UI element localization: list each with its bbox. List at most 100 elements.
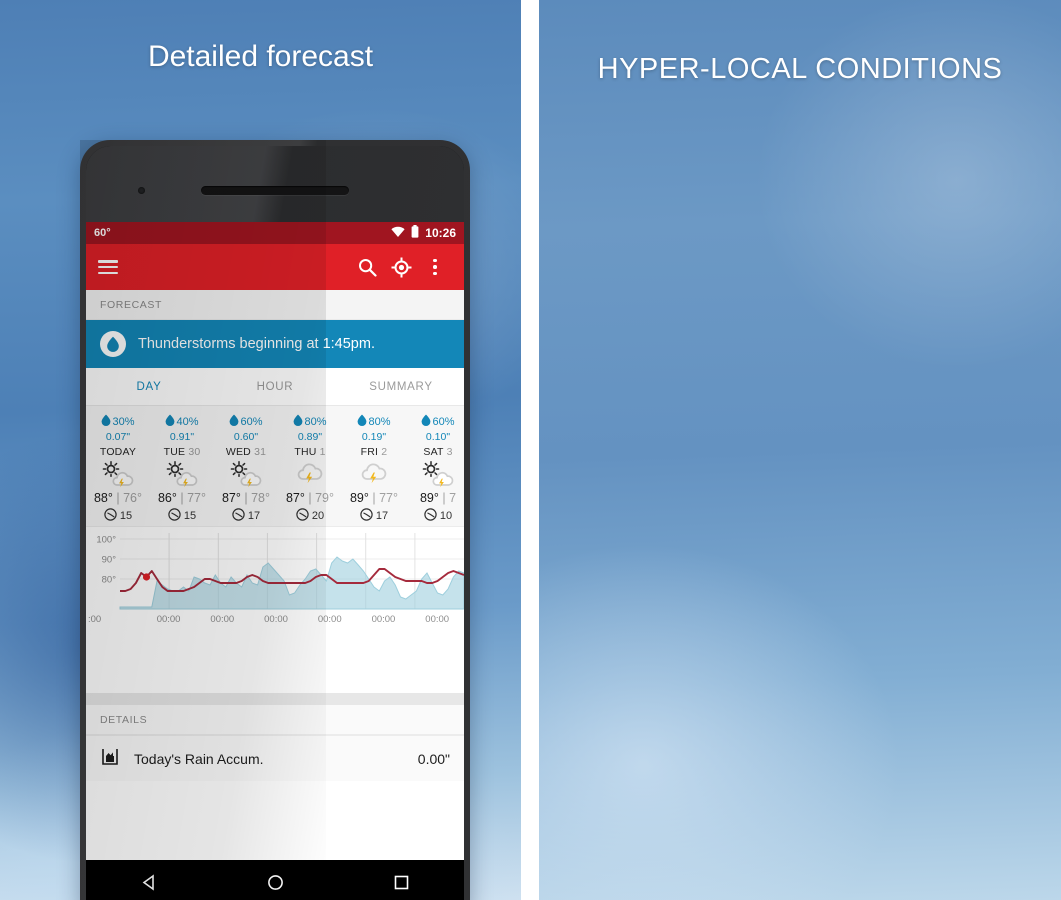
- forecast-wind: 15: [88, 508, 148, 524]
- forecast-wind-speed: 10: [439, 510, 453, 522]
- forecast-low: | 78°: [244, 491, 270, 505]
- forecast-low: | 77°: [180, 491, 206, 505]
- forecast-high: 89°: [349, 491, 369, 505]
- precip-probability: 60%: [216, 414, 276, 429]
- tab-day[interactable]: DAY: [86, 368, 212, 405]
- wind-direction-icon: [104, 508, 117, 524]
- left-promo-panel: Detailed forecast 60° 10:26 FORECAST Thu…: [0, 0, 521, 900]
- rain-drop-icon: [101, 414, 111, 429]
- forecast-day-column[interactable]: 40% 0.91" TUE 30 86° | 77° 15: [150, 414, 214, 524]
- forecast-day-date: 2: [381, 446, 388, 458]
- detail-row[interactable]: Today's Rain Accum. 0.00": [86, 735, 464, 781]
- rain-drop-icon: [421, 414, 431, 429]
- forecast-day-name: SAT 3: [423, 446, 453, 458]
- wind-direction-icon: [424, 508, 437, 524]
- overflow-menu-icon[interactable]: [418, 250, 452, 284]
- partly-sunny-thunderstorm-icon: [216, 459, 276, 489]
- forecast-day-name: TUE 30: [163, 446, 201, 458]
- forecast-low: | 76°: [116, 491, 142, 505]
- precip-probability-value: 60%: [240, 415, 263, 428]
- details-section-label: DETAILS: [86, 705, 464, 735]
- forecast-day-date: 1: [319, 446, 326, 458]
- right-headline: HYPER-LOCAL CONDITIONS: [597, 53, 1003, 85]
- svg-text:80°: 80°: [102, 575, 117, 586]
- wind-direction-icon: [232, 508, 245, 524]
- forecast-high: 89°: [419, 491, 439, 505]
- precip-probability: 40%: [152, 414, 212, 429]
- forecast-day-name: FRI 2: [360, 446, 388, 458]
- precip-probability: 60%: [408, 414, 464, 429]
- forecast-high: 87°: [221, 491, 241, 505]
- forecast-day-date: 3: [446, 446, 453, 458]
- detail-label: Today's Rain Accum.: [134, 750, 264, 767]
- thunderstorm-icon: [280, 459, 340, 489]
- home-circle-icon[interactable]: [267, 874, 284, 891]
- rain-gauge-icon: [100, 748, 120, 769]
- chart-x-tick: 00:00: [425, 614, 450, 625]
- tab-hour[interactable]: HOUR: [212, 368, 338, 405]
- forecast-day-date: 30: [188, 446, 201, 458]
- precip-accumulation: 0.10": [425, 431, 451, 443]
- partly-sunny-thunderstorm-icon: [408, 459, 464, 489]
- section-divider: [86, 693, 464, 705]
- forecast-high-low: 89° | 7: [408, 491, 464, 505]
- front-camera-icon: [138, 187, 145, 194]
- forecast-wind: 20: [280, 508, 340, 524]
- precip-accumulation: 0.60": [233, 431, 259, 443]
- temperature-humidity-chart[interactable]: 100° 90° 80° :00 00:00 00:00 00:00 00:00 00:00 0…: [86, 527, 464, 631]
- panel-separator: [521, 0, 539, 900]
- precip-accumulation: 0.07": [105, 431, 131, 443]
- weather-alert-banner[interactable]: Thunderstorms beginning at 1:45pm.: [86, 320, 464, 368]
- forecast-wind-speed: 15: [183, 510, 197, 522]
- chart-x-axis-labels: :00 00:00 00:00 00:00 00:00 00:00 00:00: [86, 613, 464, 625]
- forecast-day-column[interactable]: 60% 0.10" SAT 3 89° | 7 10: [406, 414, 464, 524]
- chart-x-tick: 00:00: [371, 614, 396, 625]
- sky-background-right: [539, 0, 1061, 900]
- phone-bezel-top-left: [86, 146, 464, 222]
- search-icon[interactable]: [350, 250, 384, 284]
- forecast-day-column[interactable]: 60% 0.60" WED 31 87° | 78° 17: [214, 414, 278, 524]
- tab-summary[interactable]: SUMMARY: [338, 368, 464, 405]
- forecast-day-column[interactable]: 30% 0.07" TODAY 88° | 76° 15: [86, 414, 150, 524]
- forecast-day-date: 31: [254, 446, 267, 458]
- forecast-day-column[interactable]: 80% 0.89" THU 1 87° | 79° 20: [278, 414, 342, 524]
- forecast-day-name: THU 1: [294, 446, 326, 458]
- partly-sunny-thunderstorm-icon: [152, 459, 212, 489]
- hamburger-menu-icon[interactable]: [98, 250, 132, 284]
- forecast-day-name: WED 31: [225, 446, 267, 458]
- forecast-high: 86°: [157, 491, 177, 505]
- precip-probability-value: 80%: [368, 415, 391, 428]
- forecast-day-name: TODAY: [99, 446, 137, 458]
- app-toolbar-left: [86, 244, 464, 290]
- forecast-wind: 17: [216, 508, 276, 524]
- back-triangle-icon[interactable]: [141, 873, 158, 891]
- chart-x-tick: :00: [88, 614, 102, 625]
- forecast-day-column[interactable]: 80% 0.19" FRI 2 89° | 77° 17: [342, 414, 406, 524]
- forecast-low: | 77°: [372, 491, 398, 505]
- precip-probability: 30%: [88, 414, 148, 429]
- app-store-screenshot-pair: Detailed forecast 60° 10:26 FORECAST Thu…: [0, 0, 1061, 900]
- daily-forecast-strip[interactable]: 30% 0.07" TODAY 88° | 76° 15 40% 0.91" TUE 30 86…: [86, 406, 464, 527]
- chart-x-tick: 00:00: [156, 614, 181, 625]
- forecast-wind: 15: [152, 508, 212, 524]
- wind-direction-icon: [168, 508, 181, 524]
- precip-probability: 80%: [344, 414, 404, 429]
- precip-accumulation: 0.19": [361, 431, 387, 443]
- forecast-high: 88°: [93, 491, 113, 505]
- wind-direction-icon: [360, 508, 373, 524]
- earpiece-speaker: [201, 186, 349, 195]
- rain-drop-icon: [357, 414, 367, 429]
- rain-drop-icon: [229, 414, 239, 429]
- precip-probability-value: 60%: [432, 415, 455, 428]
- status-bar-clock: 10:26: [425, 226, 456, 240]
- recents-square-icon[interactable]: [394, 875, 409, 890]
- gps-crosshair-icon[interactable]: [384, 250, 418, 284]
- forecast-low: | 79°: [308, 491, 334, 505]
- forecast-high-low: 86° | 77°: [152, 491, 212, 505]
- forecast-wind: 17: [344, 508, 404, 524]
- alert-text: Thunderstorms beginning at 1:45pm.: [138, 336, 375, 352]
- precip-accumulation: 0.89": [297, 431, 323, 443]
- forecast-wind-speed: 15: [119, 510, 133, 522]
- forecast-high-low: 87° | 79°: [280, 491, 340, 505]
- forecast-high-low: 89° | 77°: [344, 491, 404, 505]
